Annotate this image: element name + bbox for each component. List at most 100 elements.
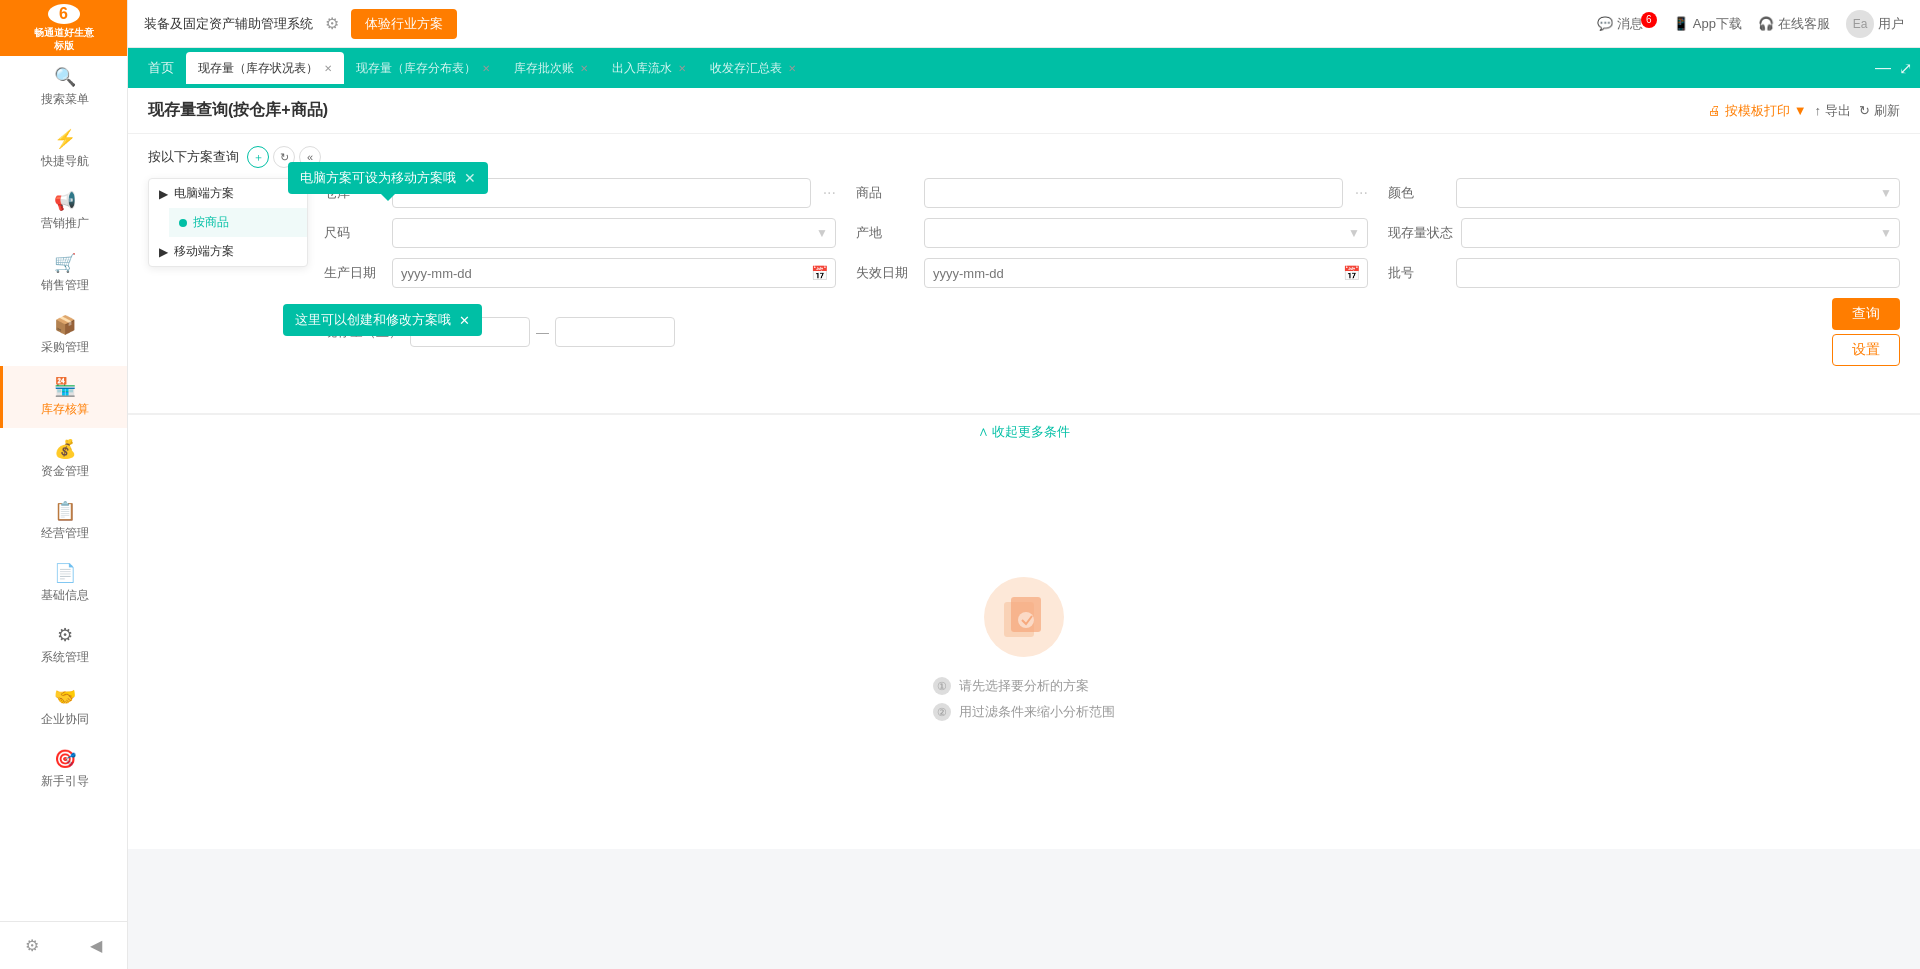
sidebar-item-inventory[interactable]: 🏪 库存核算 (0, 366, 127, 428)
sidebar-item-basic[interactable]: 📄 基础信息 (0, 552, 127, 614)
sidebar-bottom: ⚙ ◀ (0, 921, 127, 969)
produce-date-input[interactable] (392, 258, 836, 288)
main-area: 装备及固定资产辅助管理系统 ⚙ 体验行业方案 💬 消息 6 📱 App下载 🎧 … (128, 0, 1920, 969)
message-btn[interactable]: 💬 消息 6 (1597, 15, 1657, 33)
tab-close-batch-account[interactable]: ✕ (580, 63, 588, 74)
schema-tooltip-close[interactable]: ✕ (464, 170, 476, 186)
page-content: 现存量查询(按仓库+商品) 🖨 按模板打印 ▼ ↑ 导出 ↻ 刷新 (128, 88, 1920, 969)
sidebar-item-system[interactable]: ⚙ 系统管理 (0, 614, 127, 676)
sidebar: 6 畅通道好生意 标版 🔍 搜索菜单 ⚡ 快捷导航 📢 营销推广 🛒 销售管理 … (0, 0, 128, 969)
filter-row-batch: 批号 (1388, 258, 1900, 288)
batch-input[interactable] (1456, 258, 1900, 288)
page-header: 现存量查询(按仓库+商品) 🖨 按模板打印 ▼ ↑ 导出 ↻ 刷新 (128, 88, 1920, 134)
sidebar-item-sales[interactable]: 🛒 销售管理 (0, 242, 127, 304)
size-label: 尺码 (324, 224, 384, 242)
filter-row-expire-date: 失效日期 📅 (856, 258, 1368, 288)
support-btn[interactable]: 🎧 在线客服 (1758, 15, 1830, 33)
color-down-icon: ▼ (1880, 186, 1892, 200)
schema-panel: ▶ 电脑端方案 按商品 ▶ 移动端方案 (148, 178, 308, 267)
sidebar-item-enterprise[interactable]: 🤝 企业协同 (0, 676, 127, 738)
schema-sub-pc[interactable]: 按商品 (169, 208, 307, 237)
print-btn[interactable]: 🖨 按模板打印 ▼ (1708, 102, 1807, 120)
experience-btn[interactable]: 体验行业方案 (351, 9, 457, 39)
sidebar-item-guide[interactable]: 🎯 新手引导 (0, 738, 127, 800)
logo-icon: 6 (48, 4, 80, 24)
tab-inventory-status[interactable]: 现存量（库存状况表） ✕ (186, 52, 344, 84)
add-schema-btn[interactable]: ＋ (247, 146, 269, 168)
user-area[interactable]: Ea 用户 (1846, 10, 1904, 38)
export-btn[interactable]: ↑ 导出 (1815, 102, 1852, 120)
sidebar-item-quick-nav[interactable]: ⚡ 快捷导航 (0, 118, 127, 180)
collapse-row[interactable]: ∧ 收起更多条件 (128, 414, 1920, 449)
basic-icon: 📄 (54, 562, 76, 584)
filter-row-color: 颜色 ▼ (1388, 178, 1900, 208)
produce-date-label: 生产日期 (324, 264, 384, 282)
export-icon: ↑ (1815, 103, 1822, 118)
enterprise-icon: 🤝 (54, 686, 76, 708)
expire-date-input[interactable] (924, 258, 1368, 288)
message-icon: 💬 (1597, 16, 1613, 31)
sidebar-item-search[interactable]: 🔍 搜索菜单 (0, 56, 127, 118)
tab-home[interactable]: 首页 (136, 59, 186, 77)
operations-icon: 📋 (54, 500, 76, 522)
tab-close-collect-summary[interactable]: ✕ (788, 63, 796, 74)
goods-input[interactable] (924, 178, 1343, 208)
tab-batch-account[interactable]: 库存批次账 ✕ (502, 52, 600, 84)
expire-date-wrap: 📅 (924, 258, 1368, 288)
tab-in-out-flow[interactable]: 出入库流水 ✕ (600, 52, 698, 84)
schema-item-mobile[interactable]: ▶ 移动端方案 (149, 237, 307, 266)
settings-icon[interactable]: ⚙ (325, 14, 339, 33)
origin-input[interactable] (924, 218, 1368, 248)
tab-collect-summary[interactable]: 收发存汇总表 ✕ (698, 52, 808, 84)
avatar: Ea (1846, 10, 1874, 38)
size-input[interactable] (392, 218, 836, 248)
goods-label: 商品 (856, 184, 916, 202)
sidebar-item-operations[interactable]: 📋 经营管理 (0, 490, 127, 552)
quick-nav-icon: ⚡ (54, 128, 76, 150)
app-download-btn[interactable]: 📱 App下载 (1673, 15, 1742, 33)
filter-row-stock-status: 现存量状态 ▼ (1388, 218, 1900, 248)
empty-state: ① 请先选择要分析的方案 ② 用过滤条件来缩小分析范围 (128, 449, 1920, 849)
empty-icon (984, 577, 1064, 657)
filter-title: 按以下方案查询 (148, 148, 239, 166)
sidebar-item-marketing[interactable]: 📢 营销推广 (0, 180, 127, 242)
marketing-icon: 📢 (54, 190, 76, 212)
warehouse-dots: ··· (823, 184, 836, 202)
color-input[interactable] (1456, 178, 1900, 208)
stock-amount-max[interactable] (555, 317, 675, 347)
tab-close-in-out-flow[interactable]: ✕ (678, 63, 686, 74)
expand-icon-mobile: ▶ (159, 245, 168, 259)
search-btn[interactable]: 查询 (1832, 298, 1900, 330)
system-icon: ⚙ (57, 624, 73, 646)
tab-minimize-btn[interactable]: — (1875, 59, 1891, 78)
settings-btn[interactable]: ⚙ (21, 932, 43, 959)
collapse-sidebar-btn[interactable]: ◀ (86, 932, 106, 959)
reset-btn[interactable]: 设置 (1832, 334, 1900, 366)
tab-close-inventory-status[interactable]: ✕ (324, 63, 332, 74)
expire-date-calendar-icon[interactable]: 📅 (1343, 265, 1360, 281)
empty-tips: ① 请先选择要分析的方案 ② 用过滤条件来缩小分析范围 (933, 677, 1115, 721)
refresh-btn[interactable]: ↻ 刷新 (1859, 102, 1900, 120)
produce-date-calendar-icon[interactable]: 📅 (811, 265, 828, 281)
filter-area: 按以下方案查询 ＋ ↻ « 电脑方案可设为移动方案哦 ✕ (128, 134, 1920, 414)
headset-icon: 🎧 (1758, 16, 1774, 31)
tab-close-inventory-dist[interactable]: ✕ (482, 63, 490, 74)
guide-icon: 🎯 (54, 748, 76, 770)
stock-status-input[interactable] (1461, 218, 1900, 248)
sidebar-item-finance[interactable]: 💰 资金管理 (0, 428, 127, 490)
message-badge: 6 (1641, 12, 1657, 28)
page-inner: 现存量查询(按仓库+商品) 🖨 按模板打印 ▼ ↑ 导出 ↻ 刷新 (128, 88, 1920, 849)
page-actions: 🖨 按模板打印 ▼ ↑ 导出 ↻ 刷新 (1708, 102, 1900, 120)
goods-dots: ··· (1355, 184, 1368, 202)
tab-inventory-dist[interactable]: 现存量（库存分布表） ✕ (344, 52, 502, 84)
sidebar-item-purchase[interactable]: 📦 采购管理 (0, 304, 127, 366)
schema-item-pc[interactable]: ▶ 电脑端方案 (149, 179, 307, 208)
edit-tooltip-close[interactable]: ✕ (459, 313, 470, 328)
filter-row-produce-date: 生产日期 📅 (324, 258, 836, 288)
tip-num-1: ① (933, 677, 951, 695)
batch-label: 批号 (1388, 264, 1448, 282)
print-icon: 🖨 (1708, 103, 1721, 118)
header-left: 装备及固定资产辅助管理系统 ⚙ 体验行业方案 (144, 9, 457, 39)
inventory-icon: 🏪 (54, 376, 76, 398)
tab-maximize-btn[interactable]: ⤢ (1899, 59, 1912, 78)
